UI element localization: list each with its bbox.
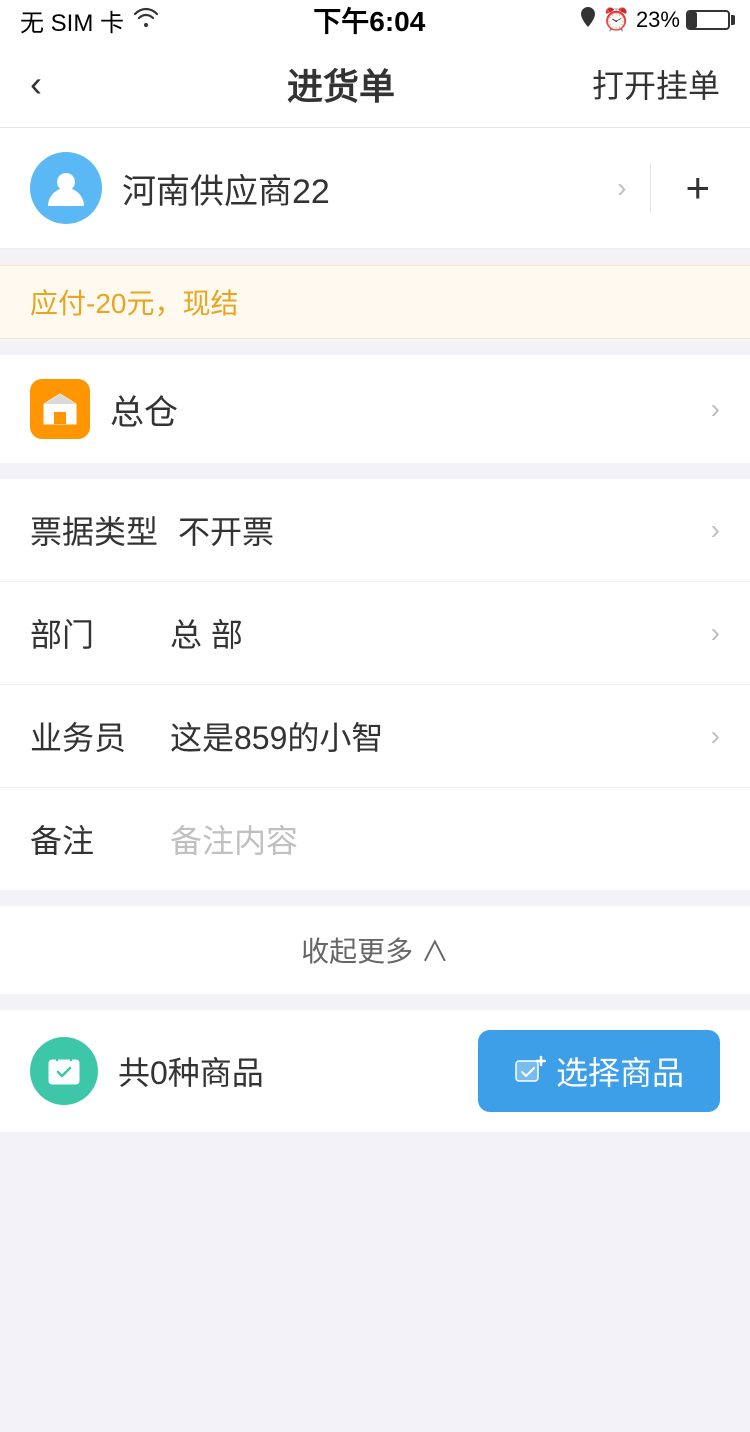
warehouse-card: 总仓 › bbox=[0, 355, 750, 463]
supplier-card: 河南供应商22 › + bbox=[0, 128, 750, 249]
department-chevron-icon: › bbox=[711, 617, 720, 649]
status-left: 无 SIM 卡 bbox=[20, 3, 160, 38]
form-card: 票据类型 不开票 › 部门 总 部 › 业务员 这是859的小智 › 备注 备注… bbox=[0, 479, 750, 890]
select-product-button[interactable]: 选择商品 bbox=[478, 1030, 720, 1112]
add-supplier-button[interactable]: + bbox=[675, 164, 720, 212]
select-product-label: 选择商品 bbox=[556, 1048, 684, 1094]
warehouse-row[interactable]: 总仓 › bbox=[0, 355, 750, 463]
invoice-label: 票据类型 bbox=[30, 507, 158, 553]
remark-row[interactable]: 备注 备注内容 bbox=[0, 788, 750, 890]
collapse-button[interactable]: 收起更多 ∧ bbox=[0, 906, 750, 994]
back-button[interactable]: ‹ bbox=[30, 63, 90, 105]
supplier-row[interactable]: 河南供应商22 › + bbox=[0, 128, 750, 249]
invoice-chevron-icon: › bbox=[711, 514, 720, 546]
supplier-chevron-icon: › bbox=[617, 172, 626, 204]
department-label: 部门 bbox=[30, 610, 150, 656]
supplier-divider bbox=[650, 163, 651, 213]
salesman-row[interactable]: 业务员 这是859的小智 › bbox=[0, 685, 750, 788]
invoice-value: 不开票 bbox=[158, 507, 711, 553]
department-value: 总 部 bbox=[150, 610, 711, 656]
supplier-avatar bbox=[30, 152, 102, 224]
salesman-label: 业务员 bbox=[30, 713, 150, 759]
warehouse-icon bbox=[30, 379, 90, 439]
product-bar: 共0种商品 选择商品 bbox=[0, 1010, 750, 1132]
battery-icon bbox=[686, 10, 730, 30]
status-time: 下午6:04 bbox=[313, 0, 425, 40]
page-background bbox=[0, 1132, 750, 1432]
nav-bar: ‹ 进货单 打开挂单 bbox=[0, 40, 750, 128]
main-content: 河南供应商22 › + 应付-20元，现结 总仓 › 票据类型 不开票 › bbox=[0, 128, 750, 1432]
product-icon bbox=[30, 1037, 98, 1105]
remark-input[interactable]: 备注内容 bbox=[150, 816, 720, 862]
page-title: 进货单 bbox=[287, 58, 395, 110]
warehouse-name: 总仓 bbox=[110, 385, 711, 434]
department-row[interactable]: 部门 总 部 › bbox=[0, 582, 750, 685]
supplier-name: 河南供应商22 bbox=[122, 164, 617, 213]
battery-text: 23% bbox=[636, 7, 680, 33]
select-product-icon bbox=[514, 1055, 546, 1087]
location-icon bbox=[579, 6, 597, 34]
open-pending-button[interactable]: 打开挂单 bbox=[592, 61, 720, 107]
wifi-icon bbox=[132, 6, 160, 34]
salesman-value: 这是859的小智 bbox=[150, 713, 711, 759]
notice-banner: 应付-20元，现结 bbox=[0, 265, 750, 339]
status-bar: 无 SIM 卡 下午6:04 ⏰ 23% bbox=[0, 0, 750, 40]
salesman-chevron-icon: › bbox=[711, 720, 720, 752]
carrier-text: 无 SIM 卡 bbox=[20, 3, 124, 38]
warehouse-chevron-icon: › bbox=[711, 393, 720, 425]
product-count: 共0种商品 bbox=[118, 1048, 478, 1094]
status-right: ⏰ 23% bbox=[579, 6, 730, 34]
alarm-icon: ⏰ bbox=[603, 7, 630, 33]
invoice-row[interactable]: 票据类型 不开票 › bbox=[0, 479, 750, 582]
remark-label: 备注 bbox=[30, 816, 150, 862]
